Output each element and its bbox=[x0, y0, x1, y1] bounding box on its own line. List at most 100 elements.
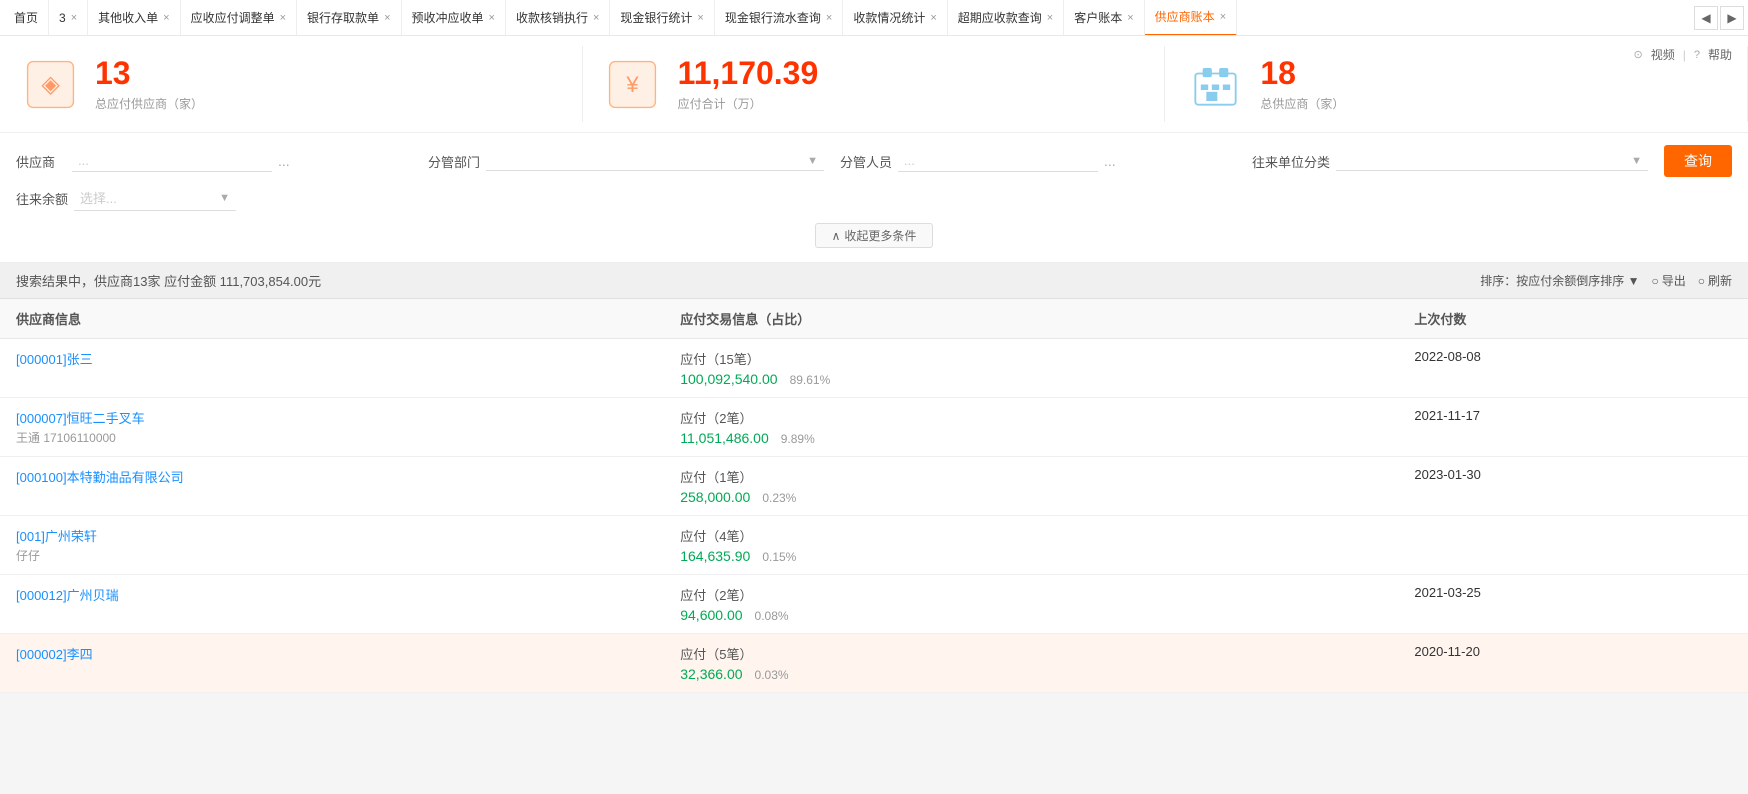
collapse-row: ∧ 收起更多条件 bbox=[16, 219, 1732, 254]
filter-item-category: 往来单位分类 ▼ bbox=[1252, 152, 1648, 171]
nav-tab-pre-receive-close[interactable]: × bbox=[489, 12, 495, 24]
tx-count-5: （5笔） bbox=[706, 647, 752, 662]
supplier-link-1[interactable]: [000007]恒旺二手叉车 bbox=[16, 411, 145, 426]
nav-tab-supplier-ledger[interactable]: 供应商账本 × bbox=[1145, 0, 1237, 36]
nav-tab-bank-deposit-close[interactable]: × bbox=[384, 12, 390, 24]
help-link[interactable]: 帮助 bbox=[1708, 46, 1732, 63]
refresh-button[interactable]: ○ 刷新 bbox=[1698, 272, 1732, 289]
col-tx-info: 应付交易信息（占比） bbox=[664, 299, 1398, 339]
filter-supplier-dots[interactable]: ... bbox=[278, 153, 290, 169]
filter-input-person[interactable] bbox=[898, 150, 1098, 172]
filter-select-balance-text: 选择... bbox=[80, 188, 219, 207]
nav-tab-payment-verify-label: 收款核销执行 bbox=[516, 9, 588, 26]
col-last-pay: 上次付数 bbox=[1398, 299, 1748, 339]
amount-row-5: 32,366.000.03% bbox=[680, 666, 1382, 682]
percent-0: 89.61% bbox=[790, 373, 831, 387]
nav-tab-customer-ledger-close[interactable]: × bbox=[1127, 12, 1133, 24]
nav-tab-overdue-ar[interactable]: 超期应收款查询 × bbox=[948, 0, 1064, 36]
results-summary: 搜索结果中，供应商13家 应付金额 111,703,854.00元 bbox=[16, 271, 321, 290]
tx-label-3: 应付 bbox=[680, 529, 706, 544]
date-cell-3 bbox=[1398, 516, 1748, 575]
nav-prev-arrow[interactable]: ◀ bbox=[1694, 6, 1718, 30]
supplier-link-2[interactable]: [000100]本特勤油品有限公司 bbox=[16, 470, 184, 485]
video-icon: ⊙ bbox=[1634, 48, 1643, 61]
tx-row-3: 应付（4笔） bbox=[680, 526, 1382, 545]
amount-value-4: 94,600.00 bbox=[680, 607, 742, 623]
percent-3: 0.15% bbox=[762, 550, 796, 564]
table-header-row: 供应商信息 应付交易信息（占比） 上次付数 bbox=[0, 299, 1748, 339]
tx-count-1: （2笔） bbox=[706, 411, 752, 426]
tx-count-4: （2笔） bbox=[706, 588, 752, 603]
nav-tab-other-income[interactable]: 其他收入单 × bbox=[88, 0, 180, 36]
stat-text-total-suppliers: 18 总供应商（家） bbox=[1260, 56, 1727, 112]
nav-tab-bank-deposit[interactable]: 银行存取款单 × bbox=[297, 0, 401, 36]
nav-tab-payment-stat[interactable]: 收款情况统计 × bbox=[843, 0, 947, 36]
amount-value-1: 11,051,486.00 bbox=[680, 430, 769, 446]
query-button[interactable]: 查询 bbox=[1664, 145, 1732, 177]
amount-value-2: 258,000.00 bbox=[680, 489, 750, 505]
supplier-cell-0: [000001]张三 bbox=[0, 339, 664, 398]
table-row: [000001]张三应付（15笔）100,092,540.0089.61%202… bbox=[0, 339, 1748, 398]
nav-tab-home[interactable]: 首页 bbox=[4, 0, 49, 36]
supplier-cell-1: [000007]恒旺二手叉车王通 17106110000 bbox=[0, 398, 664, 457]
nav-tab-payment-verify-close[interactable]: × bbox=[593, 12, 599, 24]
nav-tab-cash-bank-stat[interactable]: 现金银行统计 × bbox=[610, 0, 714, 36]
supplier-link-0[interactable]: [000001]张三 bbox=[16, 352, 93, 367]
nav-tab-ar-ap-adjust[interactable]: 应收应付调整单 × bbox=[181, 0, 297, 36]
filter-label-supplier: 供应商 bbox=[16, 152, 66, 171]
filter-balance-dropdown-icon: ▼ bbox=[219, 192, 230, 204]
percent-4: 0.08% bbox=[755, 609, 789, 623]
nav-next-arrow[interactable]: ▶ bbox=[1720, 6, 1744, 30]
filter-input-supplier[interactable] bbox=[72, 150, 272, 172]
amount-value-3: 164,635.90 bbox=[680, 548, 750, 564]
table-body: [000001]张三应付（15笔）100,092,540.0089.61%202… bbox=[0, 339, 1748, 693]
table-row: [000012]广州贝瑞应付（2笔）94,600.000.08%2021-03-… bbox=[0, 575, 1748, 634]
supplier-sub-3: 仔仔 bbox=[16, 547, 648, 564]
nav-tab-pre-receive[interactable]: 预收冲应收单 × bbox=[402, 0, 506, 36]
nav-tab-ar-ap-adjust-close[interactable]: × bbox=[280, 12, 286, 24]
tx-row-5: 应付（5笔） bbox=[680, 644, 1382, 663]
nav-tab-supplier-ledger-close[interactable]: × bbox=[1220, 11, 1226, 23]
filter-select-dept[interactable]: ▼ bbox=[486, 152, 824, 171]
supplier-link-3[interactable]: [001]广州荣轩 bbox=[16, 529, 97, 544]
total-supplier-icon bbox=[1185, 54, 1245, 114]
amount-icon: ¥ bbox=[603, 54, 663, 114]
filter-row-1: 供应商 ... 分管部门 ▼ 分管人员 ... 往来单位分类 ▼ 查询 bbox=[16, 145, 1732, 177]
export-button[interactable]: ○ 导出 bbox=[1651, 272, 1685, 289]
sort-label[interactable]: 排序：按应付余额倒序排序 ▼ bbox=[1480, 272, 1639, 289]
tx-count-2: （1笔） bbox=[706, 470, 752, 485]
nav-tab-other-income-close[interactable]: × bbox=[163, 12, 169, 24]
supplier-cell-5: [000002]李四 bbox=[0, 634, 664, 693]
nav-tab-home-label: 首页 bbox=[14, 9, 38, 26]
nav-tab-ar-ap-adjust-label: 应收应付调整单 bbox=[191, 9, 275, 26]
video-link[interactable]: 视频 bbox=[1651, 46, 1675, 63]
nav-tab-cash-bank-flow[interactable]: 现金银行流水查询 × bbox=[715, 0, 843, 36]
results-bar: 搜索结果中，供应商13家 应付金额 111,703,854.00元 排序：按应付… bbox=[0, 263, 1748, 299]
nav-tab-customer-ledger[interactable]: 客户账本 × bbox=[1064, 0, 1144, 36]
supplier-link-5[interactable]: [000002]李四 bbox=[16, 647, 93, 662]
collapse-button[interactable]: ∧ 收起更多条件 bbox=[815, 223, 934, 248]
filter-select-category[interactable]: ▼ bbox=[1336, 152, 1648, 171]
nav-tab-cash-bank-stat-label: 现金银行统计 bbox=[620, 9, 692, 26]
nav-tab-overdue-ar-close[interactable]: × bbox=[1047, 12, 1053, 24]
filter-person-dots[interactable]: ... bbox=[1104, 153, 1116, 169]
supplier-link-4[interactable]: [000012]广州贝瑞 bbox=[16, 588, 119, 603]
nav-tab-3-label: 3 bbox=[59, 11, 66, 25]
nav-tab-3[interactable]: 3 × bbox=[49, 0, 88, 36]
tx-cell-1: 应付（2笔）11,051,486.009.89% bbox=[664, 398, 1398, 457]
supplier-cell-4: [000012]广州贝瑞 bbox=[0, 575, 664, 634]
nav-tab-3-close[interactable]: × bbox=[71, 12, 77, 24]
nav-tab-cash-bank-flow-close[interactable]: × bbox=[826, 12, 832, 24]
filter-select-balance[interactable]: 选择... ▼ bbox=[74, 185, 236, 211]
stat-label-suppliers: 总应付供应商（家） bbox=[95, 95, 562, 112]
nav-tab-cash-bank-stat-close[interactable]: × bbox=[697, 12, 703, 24]
nav-tab-payment-verify[interactable]: 收款核销执行 × bbox=[506, 0, 610, 36]
table-area: 供应商信息 应付交易信息（占比） 上次付数 [000001]张三应付（15笔）1… bbox=[0, 299, 1748, 693]
filter-label-person: 分管人员 bbox=[840, 152, 892, 171]
svg-text:¥: ¥ bbox=[626, 71, 640, 96]
nav-tab-payment-stat-close[interactable]: × bbox=[930, 12, 936, 24]
tx-row-1: 应付（2笔） bbox=[680, 408, 1382, 427]
amount-row-2: 258,000.000.23% bbox=[680, 489, 1382, 505]
amount-row-3: 164,635.90 0.15% bbox=[680, 548, 1382, 564]
top-links: ⊙ 视频 | ? 帮助 bbox=[1634, 46, 1733, 63]
